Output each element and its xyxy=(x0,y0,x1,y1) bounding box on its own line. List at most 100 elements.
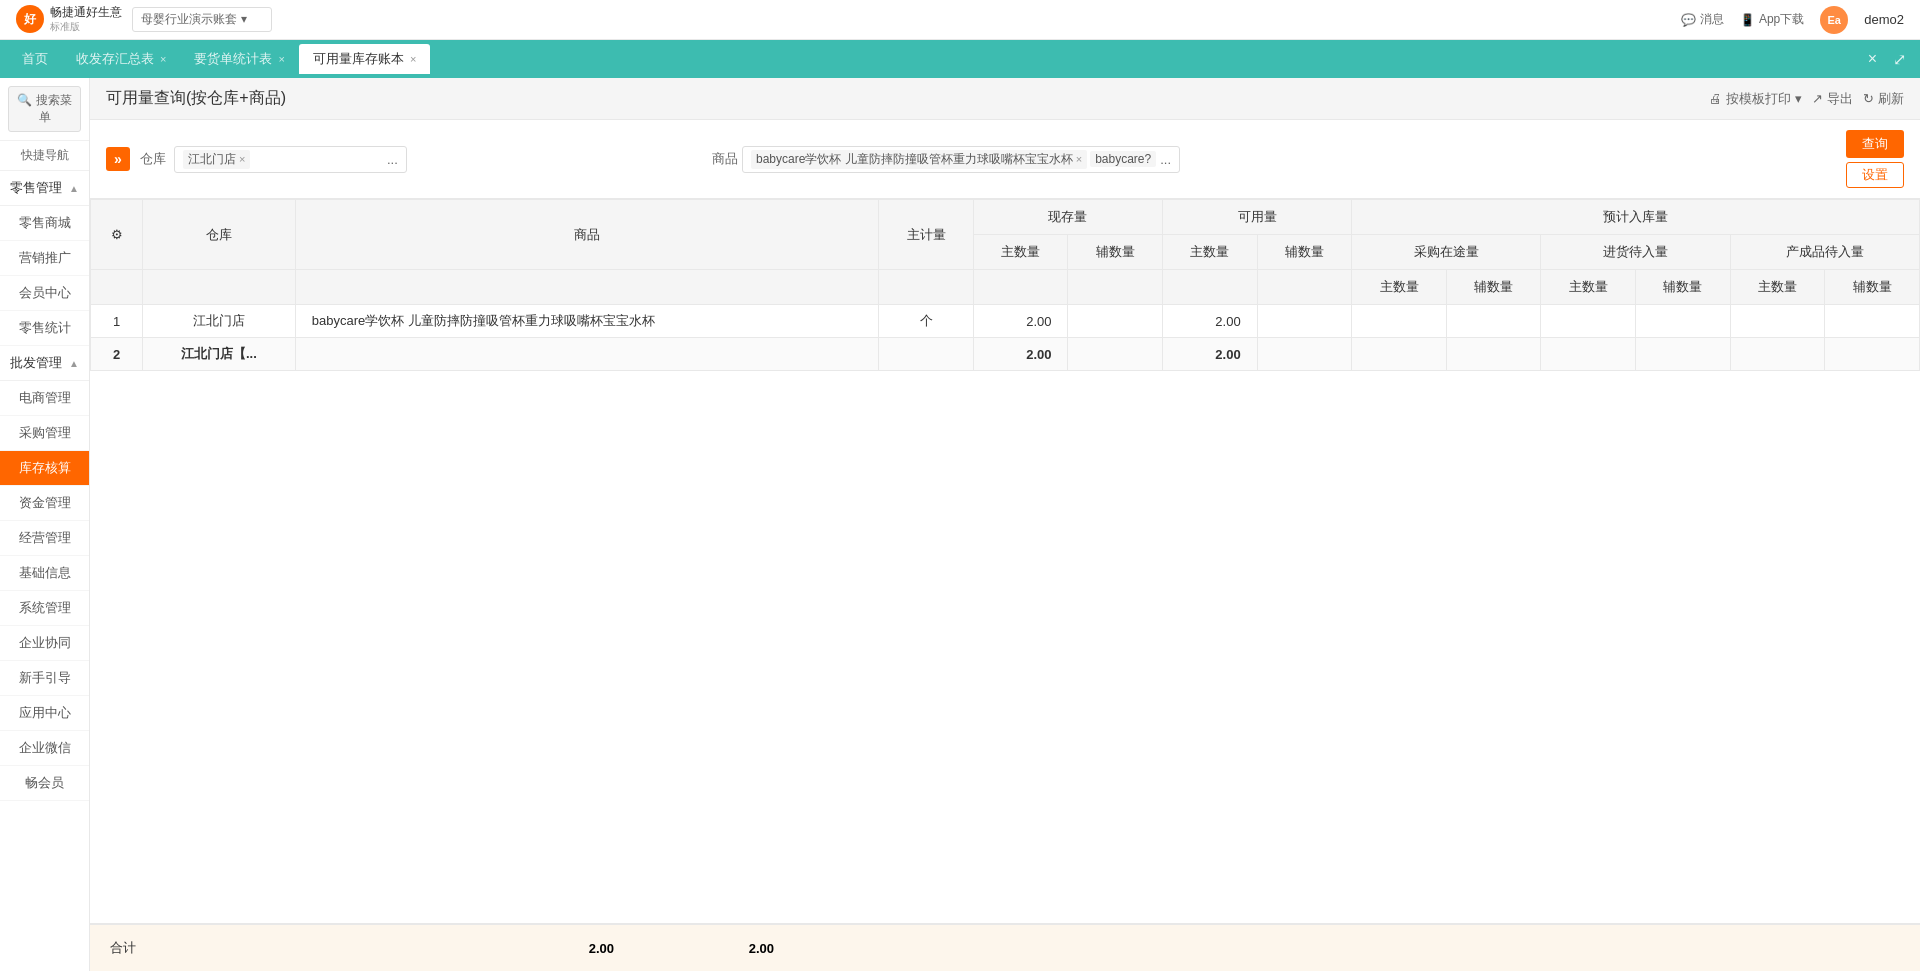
chevron-down-icon: ▾ xyxy=(241,12,247,26)
tab-order-stats[interactable]: 要货单统计表 × xyxy=(180,44,298,74)
row-inc-main xyxy=(1541,305,1636,338)
th-unit: 主计量 xyxy=(879,200,974,270)
main-layout: 🔍 搜索菜单 快捷导航 零售管理 ▲ 零售商城 营销推广 会员中心 零售统计 批… xyxy=(0,78,1920,971)
subtotal-avail-main: 2.00 xyxy=(1163,338,1258,371)
th-current-main-qty: 主数量 xyxy=(973,235,1068,270)
industry-selector[interactable]: 母婴行业演示账套 ▾ xyxy=(132,7,272,32)
commodity-tags: babycare学饮杯 儿童防摔防撞吸管杯重力球吸嘴杯宝宝水杯 × babyca… xyxy=(751,150,1156,169)
sidebar-item-basic-info[interactable]: 基础信息 xyxy=(0,556,89,591)
th-warehouse: 仓库 xyxy=(143,200,296,270)
tab-available-stock-close[interactable]: × xyxy=(410,53,416,65)
sidebar-item-system[interactable]: 系统管理 xyxy=(0,591,89,626)
warehouse-tag-1: 江北门店 × xyxy=(183,150,250,169)
row-avail-main: 2.00 xyxy=(1163,305,1258,338)
app-icon: 📱 xyxy=(1740,13,1755,27)
warehouse-tag-1-remove[interactable]: × xyxy=(239,153,245,165)
commodity-input[interactable]: babycare学饮杯 儿童防摔防撞吸管杯重力球吸嘴杯宝宝水杯 × babyca… xyxy=(742,146,1180,173)
sidebar-item-wechat-work[interactable]: 企业微信 xyxy=(0,731,89,766)
sidebar-item-marketing[interactable]: 营销推广 xyxy=(0,241,89,276)
row-inc-aux xyxy=(1636,305,1731,338)
table-footer: 合计 2.00 2.00 xyxy=(90,923,1920,971)
tab-close-all[interactable]: × xyxy=(1862,48,1883,71)
tab-expand[interactable]: ⤢ xyxy=(1887,48,1912,71)
export-icon: ↗ xyxy=(1812,91,1823,106)
tab-available-stock-label: 可用量库存账本 xyxy=(313,50,404,68)
tab-receive-send-close[interactable]: × xyxy=(160,53,166,65)
sidebar-item-members[interactable]: 会员中心 xyxy=(0,276,89,311)
subtotal-proc-main xyxy=(1352,338,1447,371)
tab-receive-send-label: 收发存汇总表 xyxy=(76,50,154,68)
subtotal-prod-aux xyxy=(1825,338,1920,371)
app-download-btn[interactable]: 📱 App下载 xyxy=(1740,11,1804,28)
print-icon: 🖨 xyxy=(1709,91,1722,106)
logo-sub: 标准版 xyxy=(50,20,122,34)
message-icon: 💬 xyxy=(1681,13,1696,27)
refresh-icon: ↻ xyxy=(1863,91,1874,106)
tab-receive-send[interactable]: 收发存汇总表 × xyxy=(62,44,180,74)
row-current-aux xyxy=(1068,305,1163,338)
tab-available-stock[interactable]: 可用量库存账本 × xyxy=(299,44,430,74)
sidebar: 🔍 搜索菜单 快捷导航 零售管理 ▲ 零售商城 营销推广 会员中心 零售统计 批… xyxy=(0,78,90,971)
sidebar-item-enterprise-collab[interactable]: 企业协同 xyxy=(0,626,89,661)
filter-commodity-group: 商品 babycare学饮杯 儿童防摔防撞吸管杯重力球吸嘴杯宝宝水杯 × bab… xyxy=(712,146,1836,173)
sidebar-group-retail-header[interactable]: 零售管理 ▲ xyxy=(0,171,89,206)
tab-order-stats-label: 要货单统计表 xyxy=(194,50,272,68)
th-planned-in: 预计入库量 xyxy=(1352,200,1920,235)
export-btn[interactable]: ↗ 导出 xyxy=(1812,90,1853,108)
sidebar-item-ecommerce[interactable]: 电商管理 xyxy=(0,381,89,416)
sidebar-item-procurement[interactable]: 采购管理 xyxy=(0,416,89,451)
sidebar-item-finance[interactable]: 资金管理 xyxy=(0,486,89,521)
sidebar-search-btn[interactable]: 🔍 搜索菜单 xyxy=(8,86,81,132)
sidebar-item-inventory[interactable]: 库存核算 xyxy=(0,451,89,486)
sidebar-item-retail-stats[interactable]: 零售统计 xyxy=(0,311,89,346)
subtotal-proc-aux xyxy=(1446,338,1541,371)
sidebar-group-wholesale: 批发管理 ▲ xyxy=(0,346,89,381)
th-current-stock: 现存量 xyxy=(973,200,1162,235)
sidebar-quick-nav[interactable]: 快捷导航 xyxy=(0,141,89,171)
th-proc-aux: 辅数量 xyxy=(1446,270,1541,305)
tab-home[interactable]: 首页 xyxy=(8,44,62,74)
industry-label: 母婴行业演示账套 xyxy=(141,11,237,28)
row-current-main: 2.00 xyxy=(973,305,1068,338)
subtotal-warehouse: 江北门店【... xyxy=(143,338,296,371)
row-unit: 个 xyxy=(879,305,974,338)
warehouse-input[interactable]: 江北门店 × ... xyxy=(174,146,407,173)
row-avail-aux xyxy=(1257,305,1352,338)
message-label: 消息 xyxy=(1700,11,1724,28)
user-avatar: Ea xyxy=(1820,6,1848,34)
tab-bar: 首页 收发存汇总表 × 要货单统计表 × 可用量库存账本 × × ⤢ xyxy=(0,40,1920,78)
user-name: demo2 xyxy=(1864,12,1904,27)
settings-button[interactable]: 设置 xyxy=(1846,162,1904,188)
th-settings: ⚙ xyxy=(91,200,143,270)
print-btn[interactable]: 🖨 按模板打印 ▾ xyxy=(1709,90,1802,108)
message-btn[interactable]: 💬 消息 xyxy=(1681,11,1724,28)
commodity-tag-1: babycare学饮杯 儿童防摔防撞吸管杯重力球吸嘴杯宝宝水杯 × xyxy=(751,150,1087,169)
query-button[interactable]: 查询 xyxy=(1846,130,1904,158)
filter-toggle-btn[interactable]: » xyxy=(106,147,130,171)
sidebar-item-app-center[interactable]: 应用中心 xyxy=(0,696,89,731)
warehouse-tags: 江北门店 × xyxy=(183,150,383,169)
sidebar-item-operations[interactable]: 经营管理 xyxy=(0,521,89,556)
subtotal-current-aux xyxy=(1068,338,1163,371)
subtotal-prod-main xyxy=(1730,338,1825,371)
chevron-up-icon: ▲ xyxy=(69,183,79,194)
subtotal-commodity xyxy=(295,338,879,371)
th-inc-main: 主数量 xyxy=(1541,270,1636,305)
th-avail-main-qty: 主数量 xyxy=(1163,235,1258,270)
logo-text: 畅捷通好生意 xyxy=(50,5,122,19)
commodity-label: 商品 xyxy=(712,150,738,168)
th-procurement-label: 采购在途量 xyxy=(1352,235,1541,270)
subtotal-inc-aux xyxy=(1636,338,1731,371)
row-proc-aux xyxy=(1446,305,1541,338)
gear-icon[interactable]: ⚙ xyxy=(111,227,123,242)
sidebar-item-retail-mall[interactable]: 零售商城 xyxy=(0,206,89,241)
warehouse-more[interactable]: ... xyxy=(387,152,398,167)
sidebar-item-new-guide[interactable]: 新手引导 xyxy=(0,661,89,696)
commodity-tag-1-remove[interactable]: × xyxy=(1076,153,1082,165)
th-commodity: 商品 xyxy=(295,200,879,270)
commodity-more[interactable]: ... xyxy=(1160,152,1171,167)
refresh-btn[interactable]: ↻ 刷新 xyxy=(1863,90,1904,108)
sidebar-item-member-service[interactable]: 畅会员 xyxy=(0,766,89,801)
tab-order-stats-close[interactable]: × xyxy=(278,53,284,65)
sidebar-group-wholesale-header[interactable]: 批发管理 ▲ xyxy=(0,346,89,381)
